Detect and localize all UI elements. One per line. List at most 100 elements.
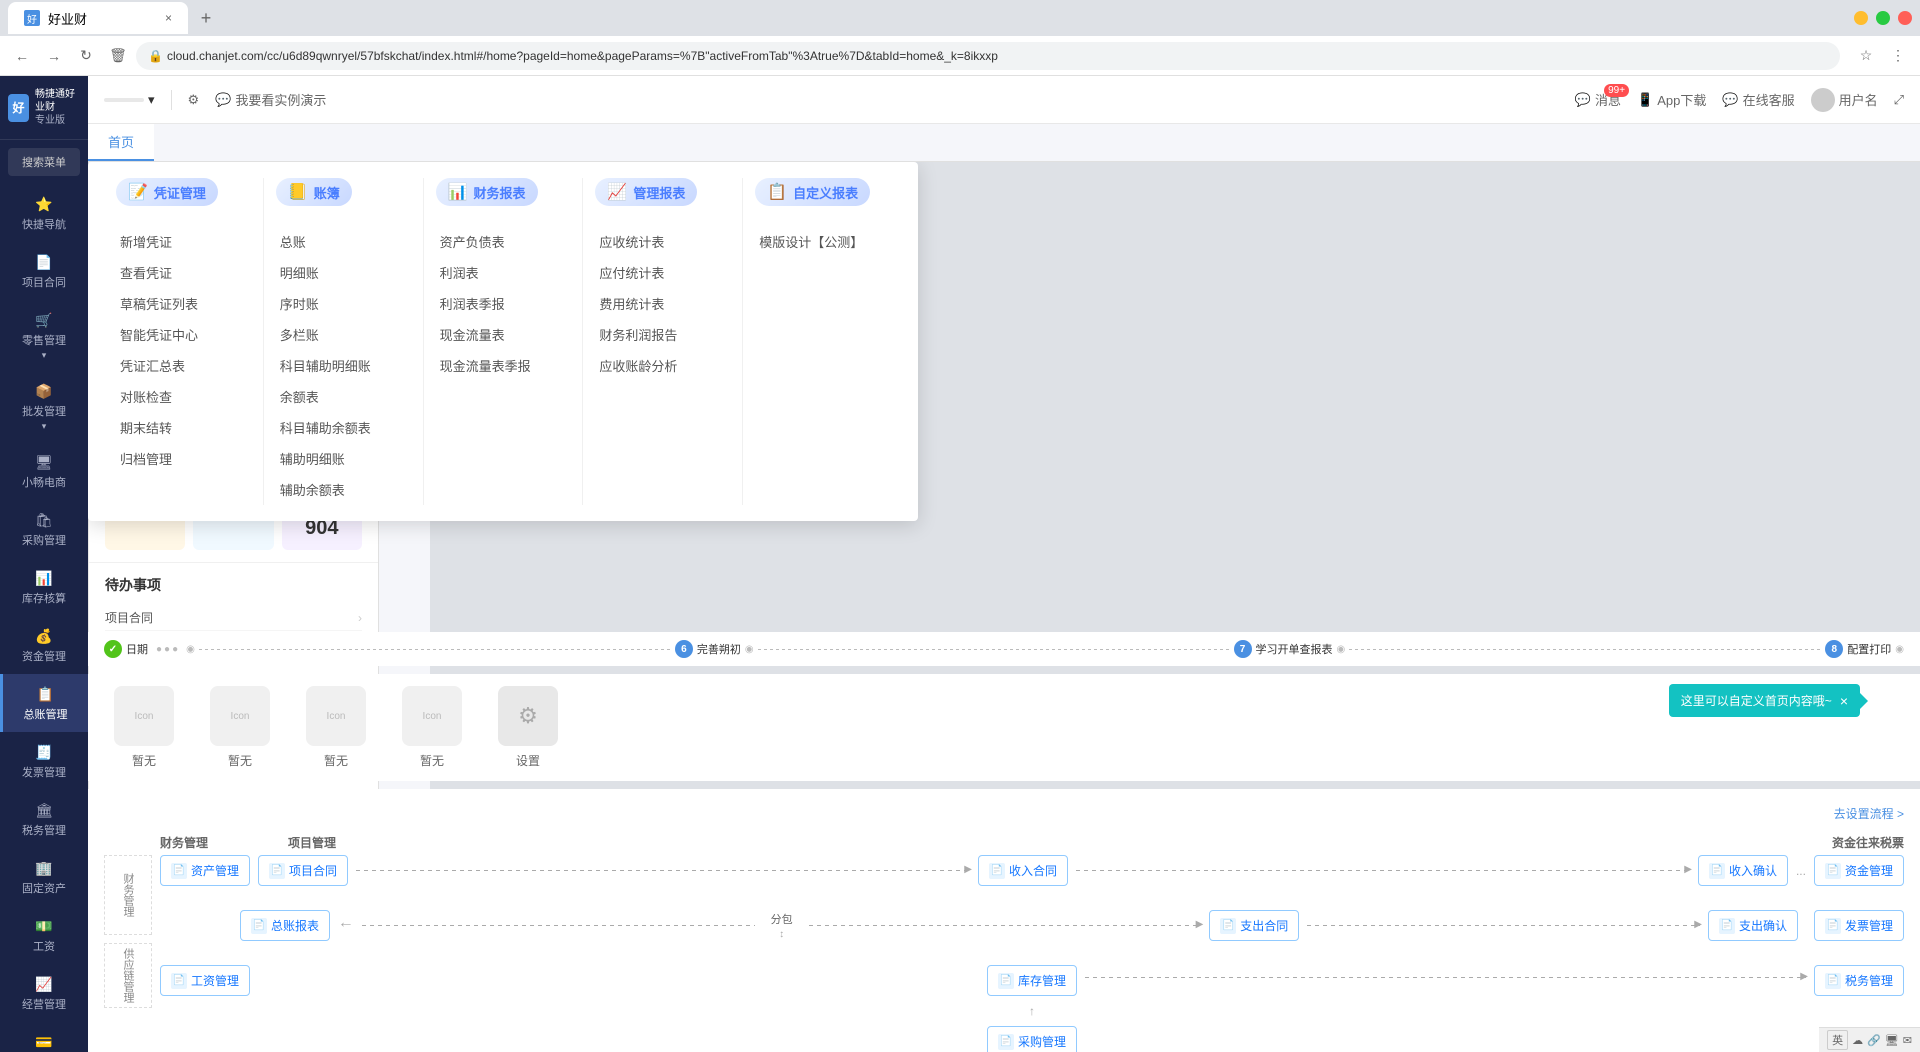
app-download-button[interactable]: 📱 App下载 <box>1637 90 1706 109</box>
icon-item-1[interactable]: Icon 暂无 <box>104 686 184 769</box>
sidebar-item-ledger[interactable]: 📋 总账管理 <box>0 674 88 732</box>
ledger-item-6[interactable]: 余额表 <box>276 381 411 412</box>
service-button[interactable]: 💬 在线客服 <box>1722 90 1794 109</box>
sidebar-item-tax[interactable]: 🏛 税务管理 <box>0 790 88 848</box>
demo-link[interactable]: 💬 我要看实例演示 <box>215 90 326 109</box>
flow-box-fund[interactable]: 📄 资金管理 <box>1814 855 1904 886</box>
new-tab-button[interactable]: + <box>192 4 220 32</box>
finance-item-1[interactable]: 资产负债表 <box>436 226 571 257</box>
sidebar-item-purchase[interactable]: 🛍 采购管理 <box>0 500 88 558</box>
ledger-item-3[interactable]: 序时账 <box>276 288 411 319</box>
message-button[interactable]: 💬 消息 99+ <box>1575 90 1621 109</box>
company-selector[interactable]: ▾ <box>104 92 155 108</box>
close-button[interactable] <box>1898 11 1912 25</box>
sidebar-item-ecommerce[interactable]: 🖥 小畅电商 <box>0 442 88 500</box>
flow-box-ticket[interactable]: 📄 发票管理 <box>1814 910 1904 941</box>
icon-item-2[interactable]: Icon 暂无 <box>200 686 280 769</box>
flow-box-expense-confirm[interactable]: 📄 支出确认 <box>1708 910 1798 941</box>
tab-home[interactable]: 首页 <box>88 124 154 161</box>
flow-label-fund: 资金管理 <box>1845 862 1893 879</box>
voucher-item-view[interactable]: 查看凭证 <box>116 257 251 288</box>
flow-box-assets[interactable]: 📄 资产管理 <box>160 855 250 886</box>
col-header-finance-report: 📊 财务报表 <box>436 178 571 214</box>
custom-item-1[interactable]: 模版设计【公测】 <box>755 226 890 257</box>
ledger-item-5[interactable]: 科目辅助明细账 <box>276 350 411 381</box>
flow-box-ledger[interactable]: 📄 总账报表 <box>240 910 330 941</box>
flow-box-income[interactable]: 📄 收入合同 <box>978 855 1068 886</box>
minimize-button[interactable] <box>1854 11 1868 25</box>
header-settings-button[interactable]: ⚙ <box>188 92 200 108</box>
step-line-1 <box>199 649 671 650</box>
ledger-item-2[interactable]: 明细账 <box>276 257 411 288</box>
flow-box-purchase[interactable]: 📄 采购管理 <box>987 1026 1077 1052</box>
sidebar-item-expense[interactable]: 💳 小畅报销 <box>0 1022 88 1052</box>
mgmt-item-4[interactable]: 财务利润报告 <box>595 319 730 350</box>
mgmt-item-2[interactable]: 应付统计表 <box>595 257 730 288</box>
sidebar-item-finance[interactable]: 💰 资金管理 <box>0 616 88 674</box>
sidebar-item-salary[interactable]: 💵 工资 <box>0 906 88 964</box>
flow-box-project[interactable]: 📄 项目合同 <box>258 855 348 886</box>
arrow-line-4: ▶ <box>1307 925 1700 926</box>
sidebar-item-quick-nav[interactable]: ⭐ 快捷导航 <box>0 184 88 242</box>
sidebar-item-invoice[interactable]: 🧾 发票管理 <box>0 732 88 790</box>
setup-flow-link[interactable]: 去设置流程 > <box>1834 805 1904 822</box>
sidebar-item-project[interactable]: 📄 项目合同 <box>0 242 88 300</box>
lang-indicator[interactable]: 英 <box>1827 1030 1848 1050</box>
mgmt-item-5[interactable]: 应收账龄分析 <box>595 350 730 381</box>
sidebar-item-retail[interactable]: 🛒 零售管理 ▾ <box>0 300 88 371</box>
bottom-icon-4[interactable]: ✉ <box>1903 1034 1912 1047</box>
bottom-icon-3[interactable]: 🖥 <box>1885 1034 1899 1047</box>
ledger-item-7[interactable]: 科目辅助余额表 <box>276 412 411 443</box>
back-button[interactable]: ← <box>8 42 36 70</box>
maximize-button[interactable] <box>1876 11 1890 25</box>
flow-section-labels: 财务管理 供应链管理 <box>104 855 152 1052</box>
ledger-item-1[interactable]: 总账 <box>276 226 411 257</box>
voucher-item-summary[interactable]: 凭证汇总表 <box>116 350 251 381</box>
sidebar-item-wholesale[interactable]: 📦 批发管理 ▾ <box>0 371 88 442</box>
bookmark-button[interactable]: ☆ <box>1852 42 1880 70</box>
tab-close-button[interactable]: × <box>165 11 172 25</box>
ledger-item-4[interactable]: 多栏账 <box>276 319 411 350</box>
mgmt-item-1[interactable]: 应收统计表 <box>595 226 730 257</box>
bottom-icon-1[interactable]: ☁ <box>1852 1034 1863 1047</box>
flow-box-inventory[interactable]: 📄 库存管理 <box>987 965 1077 996</box>
delete-button[interactable]: 🗑 <box>104 42 132 70</box>
voucher-item-draft[interactable]: 草稿凭证列表 <box>116 288 251 319</box>
expand-button[interactable]: ⤢ <box>1894 92 1904 108</box>
icon-item-5[interactable]: ⚙ 设置 <box>488 686 568 769</box>
active-tab[interactable]: 好 好业财 × <box>8 2 188 34</box>
customize-tip-close-button[interactable]: × <box>1840 693 1848 709</box>
step-2-circle: 6 <box>675 640 693 658</box>
voucher-item-archive[interactable]: 归档管理 <box>116 443 251 474</box>
icon-item-3[interactable]: Icon 暂无 <box>296 686 376 769</box>
sidebar-item-assets[interactable]: 🏢 固定资产 <box>0 848 88 906</box>
finance-item-3[interactable]: 利润表季报 <box>436 288 571 319</box>
icon-item-4[interactable]: Icon 暂无 <box>392 686 472 769</box>
more-button[interactable]: ⋮ <box>1884 42 1912 70</box>
sidebar-item-inventory[interactable]: 📊 库存核算 <box>0 558 88 616</box>
search-menu-button[interactable]: 搜索菜单 <box>8 148 80 176</box>
voucher-item-check[interactable]: 对账检查 <box>116 381 251 412</box>
settings-gear-icon: ⚙ <box>188 92 200 108</box>
voucher-item-smart[interactable]: 智能凭证中心 <box>116 319 251 350</box>
voucher-item-new[interactable]: 新增凭证 <box>116 226 251 257</box>
forward-button[interactable]: → <box>40 42 68 70</box>
refresh-button[interactable]: ↻ <box>72 42 100 70</box>
flow-box-income-confirm[interactable]: 📄 收入确认 <box>1698 855 1788 886</box>
finance-item-5[interactable]: 现金流量表季报 <box>436 350 571 381</box>
flow-box-expense[interactable]: 📄 支出合同 <box>1209 910 1299 941</box>
income-confirm-icon: 📄 <box>1709 863 1725 879</box>
ledger-item-9[interactable]: 辅助余额表 <box>276 474 411 505</box>
finance-item-4[interactable]: 现金流量表 <box>436 319 571 350</box>
bottom-icon-2[interactable]: 🔗 <box>1867 1034 1881 1047</box>
sidebar-item-ops[interactable]: 📈 经营管理 <box>0 964 88 1022</box>
user-menu-button[interactable]: 用户名 <box>1811 88 1878 112</box>
ledger-item-8[interactable]: 辅助明细账 <box>276 443 411 474</box>
address-bar[interactable]: 🔒 cloud.chanjet.com/cc/u6d89qwnryel/57bf… <box>136 42 1840 70</box>
dropdown-col-finance-report: 📊 财务报表 资产负债表 利润表 利润表季报 现金流量表 现金流量表季报 <box>424 178 584 505</box>
mgmt-item-3[interactable]: 费用统计表 <box>595 288 730 319</box>
flow-box-salary[interactable]: 📄 工资管理 <box>160 965 250 996</box>
voucher-item-close[interactable]: 期末结转 <box>116 412 251 443</box>
finance-item-2[interactable]: 利润表 <box>436 257 571 288</box>
flow-box-tax[interactable]: 📄 税务管理 <box>1814 965 1904 996</box>
